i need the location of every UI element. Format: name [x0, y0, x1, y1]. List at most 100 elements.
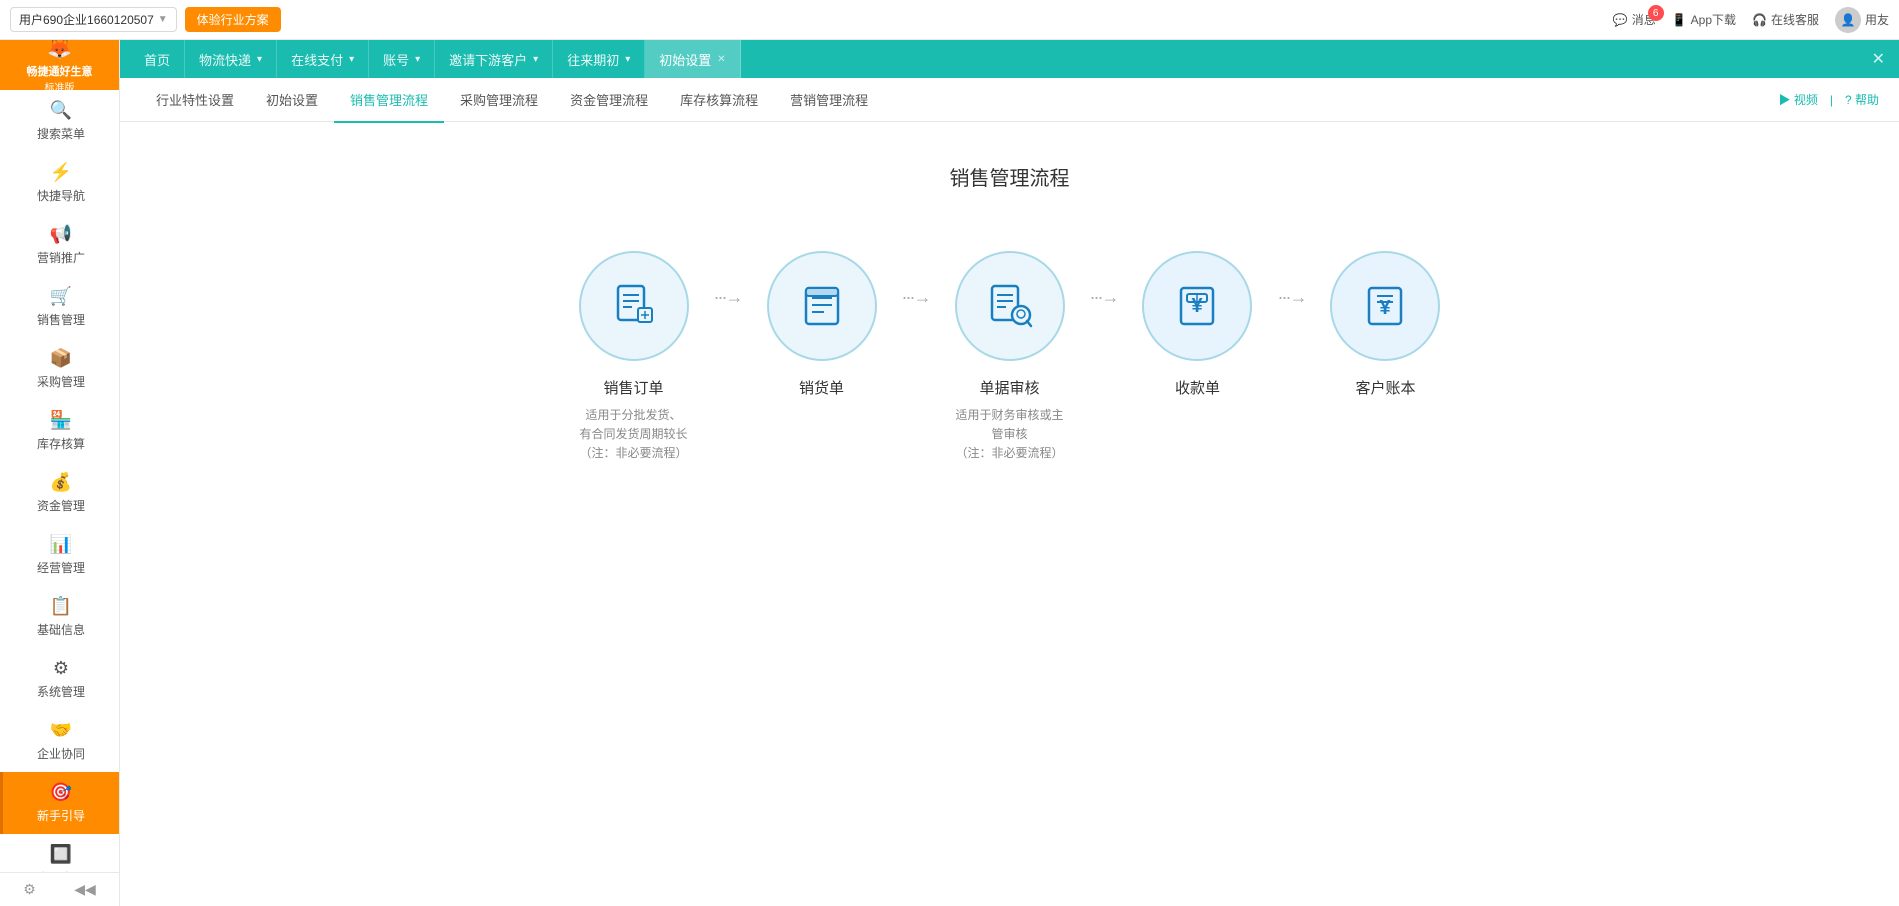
flow-circle-doc-review: [955, 251, 1065, 361]
payment-dropdown-icon: ▾: [349, 54, 354, 65]
marketing-icon: 📢: [50, 224, 72, 245]
app-download-action[interactable]: 📱 App下载: [1672, 11, 1736, 28]
flow-arrow-3: ···→: [1090, 251, 1118, 308]
flow-arrow-4: ···→: [1277, 251, 1305, 308]
nav-tab-home-label: 首页: [144, 50, 170, 69]
flow-item-doc-review[interactable]: 单据审核 适用于财务审核或主管审核（注：非必要流程）: [930, 251, 1090, 464]
sidebar-logo: 🦊 畅捷通好生意 标准版: [0, 40, 119, 90]
trial-button[interactable]: 体验行业方案: [185, 7, 281, 32]
customer-ledger-icon: ¥: [1359, 280, 1411, 332]
flow-desc-doc-review: 适用于财务审核或主管审核（注：非必要流程）: [955, 406, 1063, 464]
message-action[interactable]: 💬 消息 6: [1613, 11, 1656, 28]
top-header: 用户690企业1660120507 ▼ 体验行业方案 💬 消息 6 📱 App下…: [0, 0, 1899, 40]
nav-tab-logistics[interactable]: 物流快递 ▾: [185, 40, 277, 78]
sub-tab-marketing-flow-label: 营销管理流程: [790, 90, 868, 109]
close-all-tabs-btn[interactable]: ✕: [1868, 45, 1889, 73]
online-service-label: 在线客服: [1771, 11, 1819, 28]
flow-circle-customer-ledger: ¥: [1330, 251, 1440, 361]
flow-label-sales-order: 销售订单: [604, 377, 664, 398]
sub-tab-industry-settings[interactable]: 行业特性设置: [140, 79, 250, 123]
flow-item-delivery[interactable]: 销货单: [742, 251, 902, 406]
sidebar-label-sales: 销售管理: [37, 311, 85, 328]
avatar-circle: 👤: [1835, 7, 1861, 33]
flow-item-receipt[interactable]: ¥ 收款单: [1117, 251, 1277, 406]
inventory-icon: 🏪: [50, 410, 72, 431]
app-center-icon: 🔲: [50, 844, 72, 865]
sub-tab-inventory-flow-label: 库存核算流程: [680, 90, 758, 109]
flow-item-sales-order[interactable]: 销售订单 适用于分批发货、有合同发货周期较长（注：非必要流程）: [554, 251, 714, 464]
sidebar-item-purchase[interactable]: 📦 采购管理: [0, 338, 119, 400]
user-selector[interactable]: 用户690企业1660120507 ▼: [10, 7, 177, 32]
sidebar-item-basic-info[interactable]: 📋 基础信息: [0, 586, 119, 648]
page-content: 销售管理流程: [120, 122, 1899, 906]
app-download-label: App下载: [1691, 11, 1736, 28]
sidebar-label-quick-nav: 快捷导航: [37, 187, 85, 204]
sidebar-item-quick-nav[interactable]: ⚡ 快捷导航: [0, 152, 119, 214]
flow-arrow-1: ···→: [714, 251, 742, 308]
help-icon: ?: [1845, 93, 1852, 107]
app-download-icon: 📱: [1672, 13, 1687, 27]
sub-tab-finance-flow[interactable]: 资金管理流程: [554, 79, 664, 123]
help-link[interactable]: ? 帮助: [1845, 91, 1879, 108]
purchase-icon: 📦: [50, 348, 72, 369]
sidebar-item-inventory[interactable]: 🏪 库存核算: [0, 400, 119, 462]
sidebar-item-search-menu[interactable]: 🔍 搜索菜单: [0, 90, 119, 152]
delivery-icon: [796, 280, 848, 332]
sub-tab-purchase-flow[interactable]: 采购管理流程: [444, 79, 554, 123]
sidebar-item-new-guide[interactable]: 🎯 新手引导: [0, 772, 119, 834]
flow-label-customer-ledger: 客户账本: [1355, 377, 1415, 398]
sub-tab-sales-flow[interactable]: 销售管理流程: [334, 79, 444, 123]
collapse-btn[interactable]: ◀◀: [74, 881, 96, 898]
sub-tab-initial-settings[interactable]: 初始设置: [250, 79, 334, 123]
sidebar-item-system[interactable]: ⚙ 系统管理: [0, 648, 119, 710]
nav-tab-initial-setup[interactable]: 初始设置 ✕: [645, 40, 740, 78]
sidebar-item-sales[interactable]: 🛒 销售管理: [0, 276, 119, 338]
flow-label-doc-review: 单据审核: [979, 377, 1039, 398]
finance-icon: 💰: [50, 472, 72, 493]
doc-review-icon: [984, 280, 1036, 332]
search-menu-icon: 🔍: [50, 100, 72, 121]
flow-label-delivery: 销货单: [799, 377, 844, 398]
flow-desc-sales-order: 适用于分批发货、有合同发货周期较长（注：非必要流程）: [580, 406, 688, 464]
right-area: 首页 物流快递 ▾ 在线支付 ▾ 账号 ▾ 邀请下游客户 ▾ 往来期初 ▾: [120, 40, 1899, 906]
sidebar-item-operation[interactable]: 📊 经营管理: [0, 524, 119, 586]
flow-item-customer-ledger[interactable]: ¥ 客户账本: [1305, 251, 1465, 406]
headset-icon: 🎧: [1752, 13, 1767, 27]
divider: |: [1830, 93, 1833, 107]
sidebar-item-finance[interactable]: 💰 资金管理: [0, 462, 119, 524]
sidebar-items: 🔍 搜索菜单 ⚡ 快捷导航 📢 营销推广 🛒 销售管理 📦 采购管理 🏪: [0, 90, 119, 872]
nav-tab-past-period-label: 往来期初: [567, 50, 619, 69]
nav-tab-account[interactable]: 账号 ▾: [369, 40, 435, 78]
flow-diagram: 销售订单 适用于分批发货、有合同发货周期较长（注：非必要流程） ···→: [160, 251, 1859, 464]
video-icon: ▶: [1778, 93, 1790, 107]
sidebar-bottom: ⚙ ◀◀: [0, 872, 119, 906]
user-selector-arrow: ▼: [158, 14, 168, 25]
logo-line1: 畅捷通好生意: [27, 63, 93, 79]
account-dropdown-icon: ▾: [415, 54, 420, 65]
online-service-action[interactable]: 🎧 在线客服: [1752, 11, 1819, 28]
header-left: 用户690企业1660120507 ▼ 体验行业方案: [10, 7, 281, 32]
sidebar-item-marketing[interactable]: 📢 营销推广: [0, 214, 119, 276]
sidebar-item-enterprise-collab[interactable]: 🤝 企业协同: [0, 710, 119, 772]
sub-tab-inventory-flow[interactable]: 库存核算流程: [664, 79, 774, 123]
sidebar-item-app-center[interactable]: 🔲 应用中心: [0, 834, 119, 872]
sub-tab-marketing-flow[interactable]: 营销管理流程: [774, 79, 884, 123]
logistics-dropdown-icon: ▾: [257, 54, 262, 65]
user-avatar[interactable]: 👤 用友: [1835, 7, 1889, 33]
nav-tab-invite-customer[interactable]: 邀请下游客户 ▾: [435, 40, 553, 78]
video-link[interactable]: ▶ 视频: [1778, 91, 1817, 108]
flow-circle-receipt: ¥: [1142, 251, 1252, 361]
initial-setup-close-icon[interactable]: ✕: [717, 54, 725, 65]
message-badge: 6: [1648, 5, 1664, 21]
nav-tab-home[interactable]: 首页: [130, 40, 185, 78]
settings-bottom-btn[interactable]: ⚙: [23, 881, 36, 898]
enterprise-collab-icon: 🤝: [50, 720, 72, 741]
flow-circle-delivery: [767, 251, 877, 361]
nav-tab-invite-customer-label: 邀请下游客户: [449, 50, 527, 69]
user-selector-text: 用户690企业1660120507: [19, 11, 154, 28]
nav-tab-past-period[interactable]: 往来期初 ▾: [553, 40, 645, 78]
page-title: 销售管理流程: [950, 162, 1070, 191]
nav-tab-payment[interactable]: 在线支付 ▾: [277, 40, 369, 78]
sidebar-label-search-menu: 搜索菜单: [37, 125, 85, 142]
past-period-dropdown-icon: ▾: [625, 54, 630, 65]
